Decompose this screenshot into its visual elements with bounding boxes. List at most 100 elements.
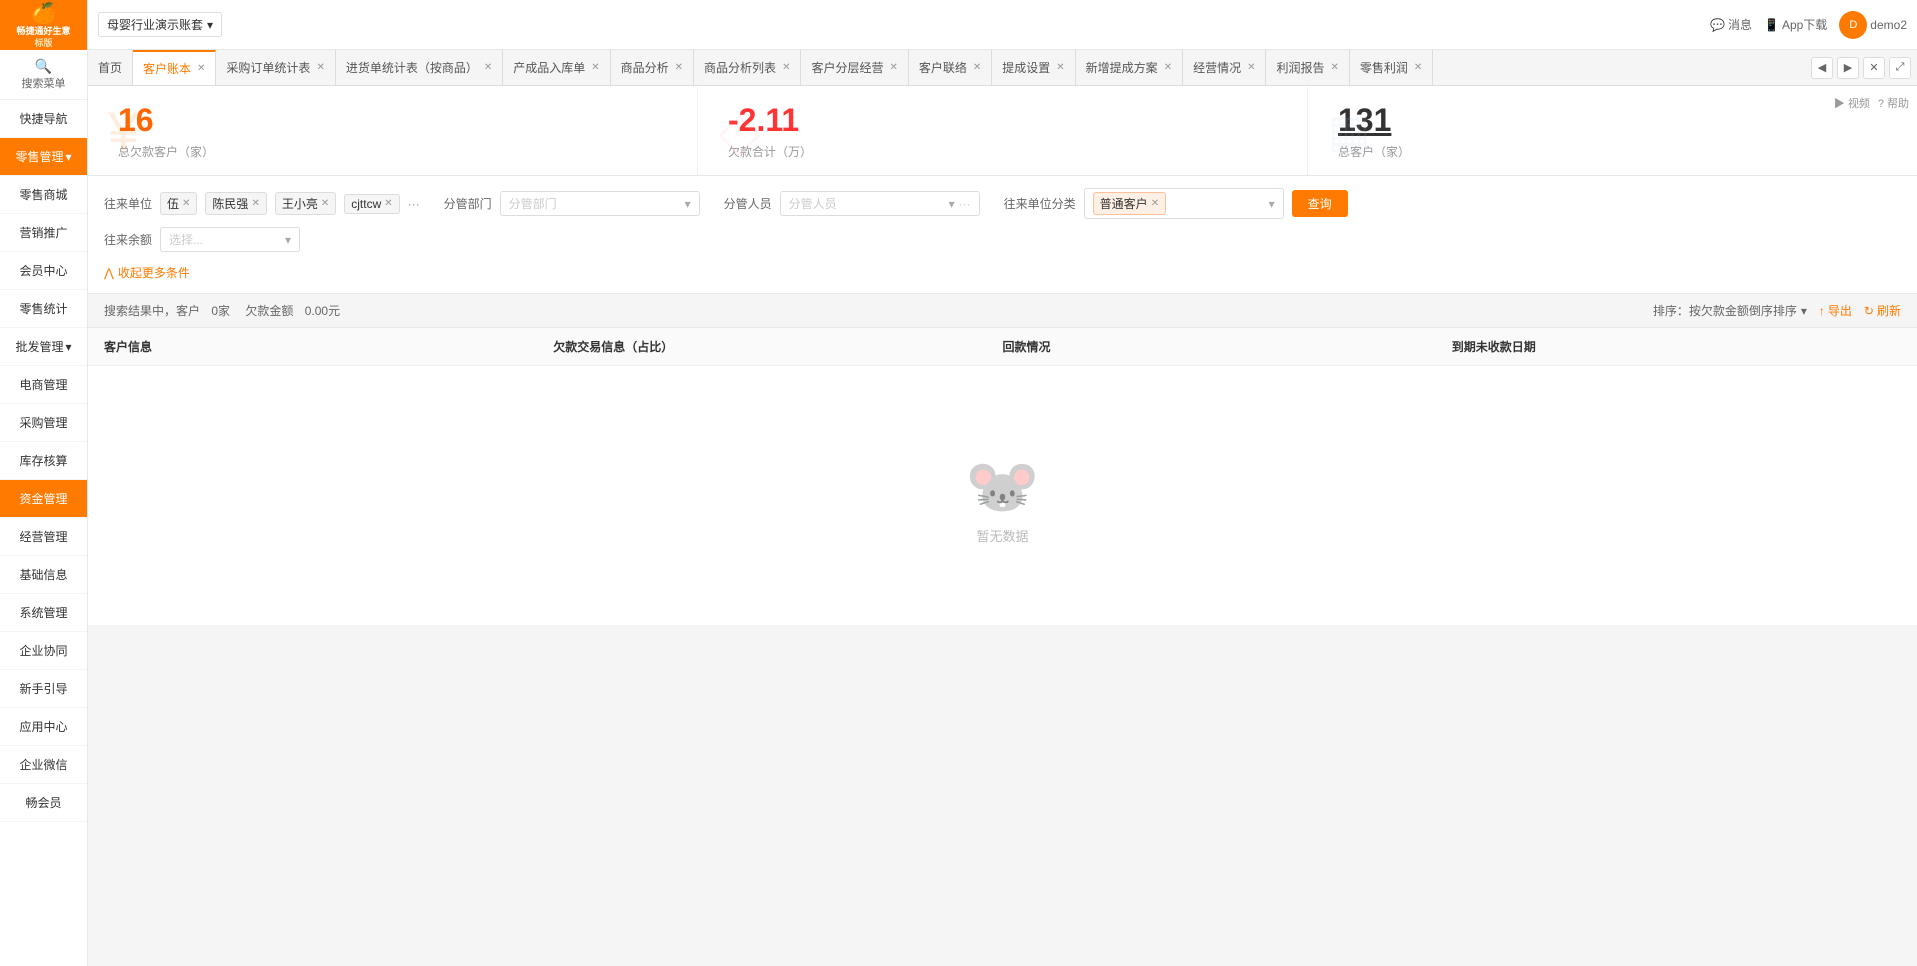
tab-product-inbound[interactable]: 产成品入库单 ✕ [503, 50, 610, 86]
tab-close-raise-settings[interactable]: ✕ [1056, 62, 1064, 73]
sidebar-item-basic-info[interactable]: 基础信息 [0, 556, 87, 594]
refresh-btn[interactable]: ↻ 刷新 [1864, 302, 1901, 319]
col-header-due-date: 到期未收款日期 [1452, 338, 1901, 355]
tab-close-all[interactable]: ✕ [1863, 57, 1885, 79]
stats-bar: ¥ 16 总欠款客户（家） ◇ -2.11 欠款合计（万） ▦ 131 总客户（… [88, 86, 1917, 176]
tab-close-retail-profit[interactable]: ✕ [1414, 62, 1422, 73]
tab-close-product-analysis-list[interactable]: ✕ [782, 62, 790, 73]
app-download-btn[interactable]: 📱 App下载 [1764, 16, 1827, 33]
sidebar-item-capital-mgmt[interactable]: 资金管理 [0, 480, 87, 518]
tab-operation-status[interactable]: 经营情况 ✕ [1183, 50, 1266, 86]
stat-help-area: ▶ 视频 ? 帮助 [1834, 95, 1909, 111]
chevron-down-icon: ▾ [285, 233, 291, 247]
tabbar-controls: ◀ ▶ ✕ ⤢ [1805, 57, 1917, 79]
sidebar-item-operation-mgmt[interactable]: 经营管理 [0, 518, 87, 556]
sort-label: 排序：按欠款金额倒序排序 [1653, 302, 1797, 319]
filter-select-person[interactable]: 分管人员 ▾ ··· [780, 191, 980, 216]
tab-new-raise-plan[interactable]: 新增提成方案 ✕ [1076, 50, 1183, 86]
message-btn[interactable]: 💬 消息 [1710, 16, 1752, 33]
sidebar-item-enterprise-coop[interactable]: 企业协同 [0, 632, 87, 670]
stat-credit-amount: ◇ -2.11 欠款合计（万） [698, 87, 1308, 175]
avatar: D [1839, 11, 1867, 39]
empty-text: 暂无数据 [976, 526, 1028, 545]
tab-customer-account[interactable]: 客户账本 ✕ [133, 50, 216, 86]
data-table: 客户信息 欠款交易信息（占比） 回款情况 到期未收款日期 🐭 暂无数据 [88, 328, 1917, 625]
remove-tag-unit-class[interactable]: ✕ [1151, 198, 1159, 209]
message-icon: 💬 [1710, 18, 1725, 32]
sidebar: 🍊 畅捷通好生意 标版 🔍 搜索菜单 快捷导航 零售管理 ▾ 零售商城 营销推广… [0, 0, 88, 966]
user-avatar-area[interactable]: D demo2 [1839, 11, 1907, 39]
filter-more-btn[interactable]: ··· [408, 197, 420, 211]
sidebar-item-system-mgmt[interactable]: 系统管理 [0, 594, 87, 632]
sidebar-item-inventory-check[interactable]: 库存核算 [0, 442, 87, 480]
tab-purchase-stats-product[interactable]: 进货单统计表（按商品） ✕ [336, 50, 503, 86]
sidebar-item-retail-mgmt[interactable]: 零售管理 ▾ [0, 138, 87, 176]
tab-product-analysis[interactable]: 商品分析 ✕ [611, 50, 694, 86]
sidebar-item-retail-mall[interactable]: 零售商城 [0, 176, 87, 214]
sidebar-item-retail-stats[interactable]: 零售统计 [0, 290, 87, 328]
sidebar-item-enterprise-wechat[interactable]: 企业微信 [0, 746, 87, 784]
sidebar-item-search[interactable]: 🔍 搜索菜单 [0, 50, 87, 100]
filter-tag-unit-class: 普通客户 ✕ [1093, 192, 1166, 215]
sidebar-item-ecommerce-mgmt[interactable]: 电商管理 [0, 366, 87, 404]
tab-product-analysis-list[interactable]: 商品分析列表 ✕ [694, 50, 801, 86]
tab-close-product-analysis[interactable]: ✕ [675, 62, 683, 73]
remove-tag-unit-3[interactable]: ✕ [384, 198, 392, 209]
sidebar-item-marketing[interactable]: 营销推广 [0, 214, 87, 252]
tab-close-operation-status[interactable]: ✕ [1247, 62, 1255, 73]
chevron-down-icon: ▾ [685, 197, 691, 211]
tab-close-product-inbound[interactable]: ✕ [591, 62, 599, 73]
sidebar-item-batch-mgmt[interactable]: 批发管理 ▾ [0, 328, 87, 366]
filter-select-unit-class[interactable]: 普通客户 ✕ ▾ [1084, 188, 1284, 219]
tab-profit-report[interactable]: 利润报告 ✕ [1266, 50, 1349, 86]
tab-retail-profit[interactable]: 零售利润 ✕ [1350, 50, 1433, 86]
tab-close-purchase-order-stats[interactable]: ✕ [316, 62, 324, 73]
tab-close-new-raise-plan[interactable]: ✕ [1164, 62, 1172, 73]
page-content: ¥ 16 总欠款客户（家） ◇ -2.11 欠款合计（万） ▦ 131 总客户（… [88, 86, 1917, 966]
sidebar-item-new-user-guide[interactable]: 新手引导 [0, 670, 87, 708]
filter-tag-unit-3: cjttcw ✕ [344, 194, 399, 214]
refresh-icon: ↻ [1864, 304, 1874, 318]
tab-close-customer-tier[interactable]: ✕ [889, 62, 897, 73]
logo-text: 畅捷通好生意 [16, 26, 70, 37]
help-btn[interactable]: ? 帮助 [1878, 95, 1909, 111]
tab-close-profit-report[interactable]: ✕ [1331, 62, 1339, 73]
empty-icon: 🐭 [963, 446, 1043, 526]
tab-close-purchase-stats-product[interactable]: ✕ [484, 62, 492, 73]
query-button[interactable]: 查询 [1292, 190, 1348, 217]
results-info: 搜索结果中，客户 0家 欠款金额 0.00元 [104, 302, 348, 319]
tab-home[interactable]: 首页 [88, 50, 133, 86]
video-help-btn[interactable]: ▶ 视频 [1834, 95, 1870, 111]
collapse-btn[interactable]: ⋀ 收起更多条件 [104, 264, 1901, 281]
logo-icon: 🍊 [16, 1, 70, 26]
tab-maximize[interactable]: ⤢ [1889, 57, 1911, 79]
tab-customer-tier[interactable]: 客户分层经营 ✕ [801, 50, 908, 86]
sidebar-item-quick-nav[interactable]: 快捷导航 [0, 100, 87, 138]
tab-scroll-right[interactable]: ▶ [1837, 57, 1859, 79]
collapse-area: ⋀ 收起更多条件 [104, 260, 1901, 285]
remove-tag-unit-2[interactable]: ✕ [321, 198, 329, 209]
remove-tag-unit-0[interactable]: ✕ [182, 198, 190, 209]
sidebar-item-member-center[interactable]: 会员中心 [0, 252, 87, 290]
sidebar-item-purchase-mgmt[interactable]: 采购管理 [0, 404, 87, 442]
sidebar-item-app-center[interactable]: 应用中心 [0, 708, 87, 746]
sort-selector[interactable]: 排序：按欠款金额倒序排序 ▾ [1653, 302, 1807, 319]
tab-close-customer-contact[interactable]: ✕ [973, 62, 981, 73]
chevron-down-icon: ▾ [207, 18, 213, 32]
stat-total-customers: ▦ 131 总客户（家） ▶ 视频 ? 帮助 [1308, 87, 1917, 175]
tab-customer-contact[interactable]: 客户联络 ✕ [909, 50, 992, 86]
account-selector[interactable]: 母婴行业演示账套 ▾ [98, 12, 222, 37]
results-bar: 搜索结果中，客户 0家 欠款金额 0.00元 排序：按欠款金额倒序排序 ▾ ↑ … [88, 294, 1917, 328]
tab-scroll-left[interactable]: ◀ [1811, 57, 1833, 79]
filter-select-balance[interactable]: 选择... ▾ [160, 227, 300, 252]
topbar: 母婴行业演示账套 ▾ 💬 消息 📱 App下载 D demo2 [88, 0, 1917, 50]
sidebar-item-vip-member[interactable]: 畅会员 [0, 784, 87, 822]
filter-select-dept[interactable]: 分管部门 ▾ [500, 191, 700, 216]
tab-purchase-order-stats[interactable]: 采购订单统计表 ✕ [216, 50, 335, 86]
export-btn[interactable]: ↑ 导出 [1819, 302, 1852, 319]
col-header-customer-info: 客户信息 [104, 338, 553, 355]
tab-close-customer-account[interactable]: ✕ [197, 63, 205, 74]
remove-tag-unit-1[interactable]: ✕ [251, 198, 259, 209]
tab-raise-settings[interactable]: 提成设置 ✕ [992, 50, 1075, 86]
col-header-repayment: 回款情况 [1003, 338, 1452, 355]
